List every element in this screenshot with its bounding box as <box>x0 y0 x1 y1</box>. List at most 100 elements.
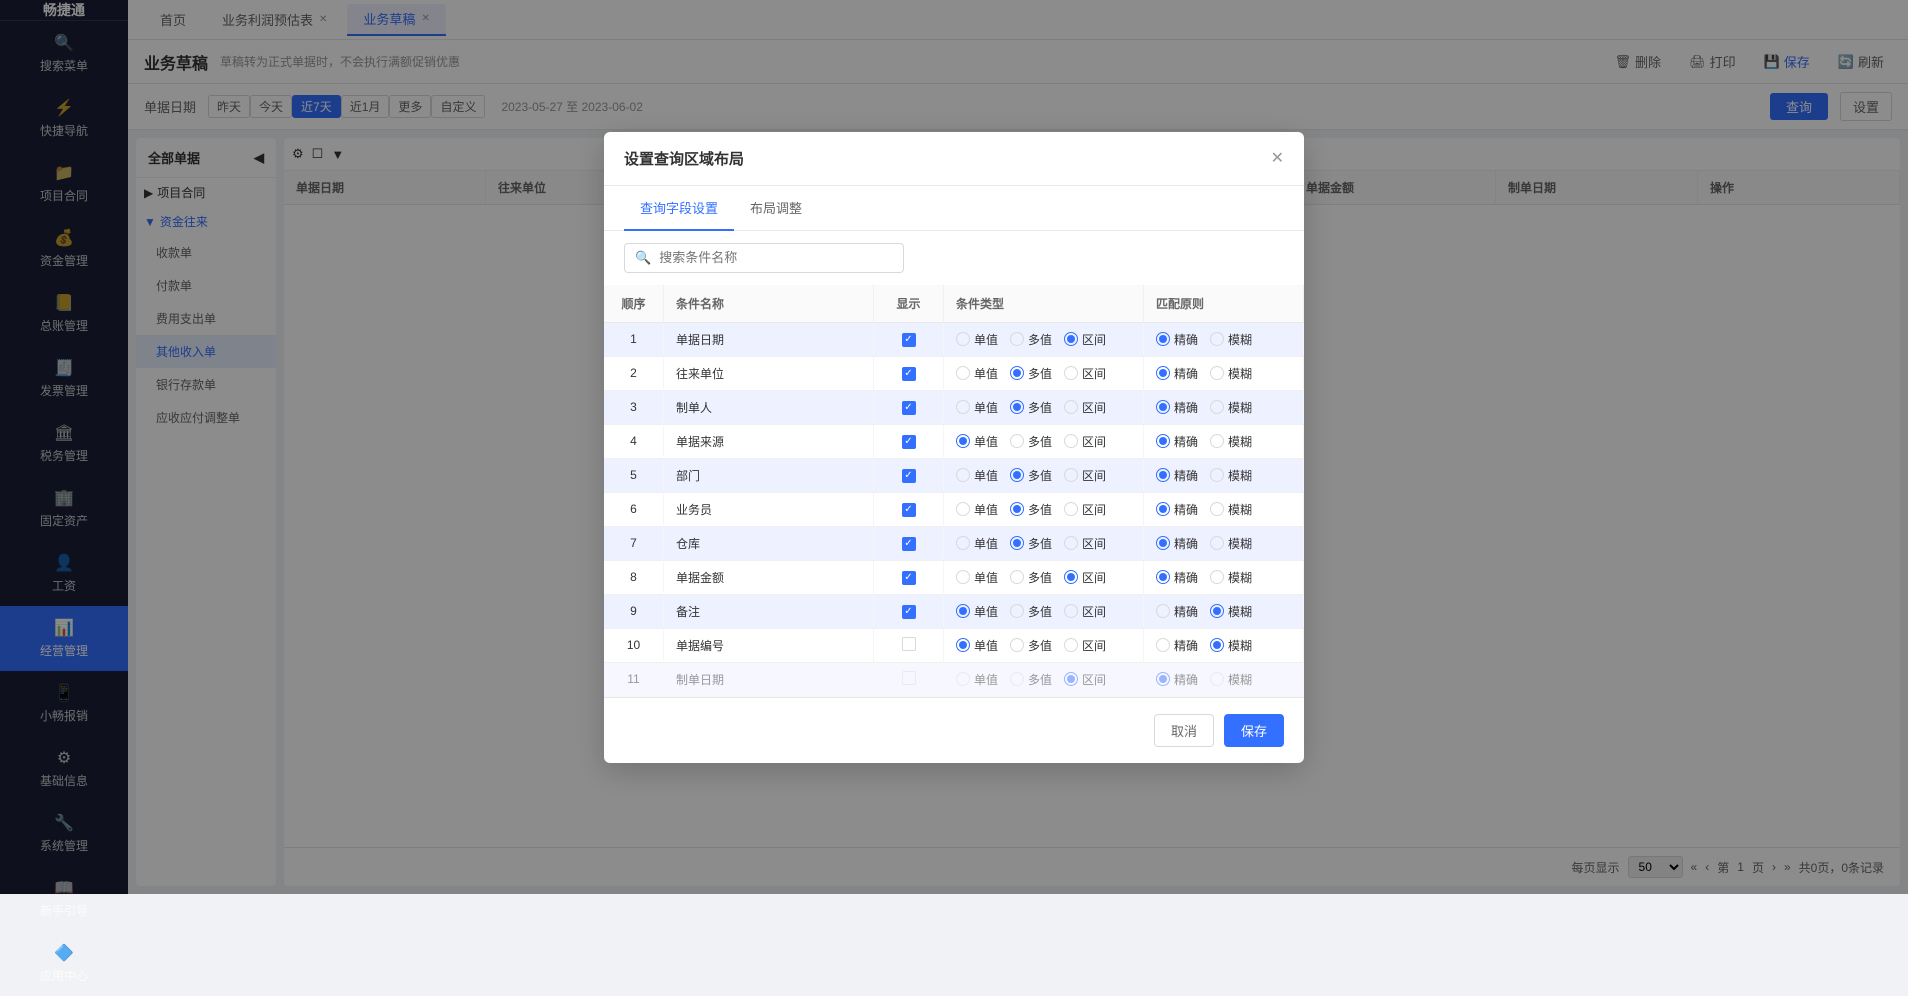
match-radio-模糊-9[interactable] <box>1210 604 1224 618</box>
match-option-模糊-3[interactable]: 模糊 <box>1210 399 1252 416</box>
type-option-区间-4[interactable]: 区间 <box>1064 433 1106 450</box>
match-option-精确-10[interactable]: 精确 <box>1156 637 1198 654</box>
match-radio-精确-4[interactable] <box>1156 434 1170 448</box>
type-option-单值-9[interactable]: 单值 <box>956 603 998 620</box>
type-option-单值-7[interactable]: 单值 <box>956 535 998 552</box>
type-radio-区间-10[interactable] <box>1064 638 1078 652</box>
modal-close-button[interactable]: ✕ <box>1271 148 1284 168</box>
type-radio-多值-2[interactable] <box>1010 366 1024 380</box>
cell-show-2[interactable] <box>874 357 944 389</box>
match-radio-精确-1[interactable] <box>1156 332 1170 346</box>
match-option-精确-5[interactable]: 精确 <box>1156 467 1198 484</box>
type-radio-区间-11[interactable] <box>1064 672 1078 686</box>
type-radio-多值-6[interactable] <box>1010 502 1024 516</box>
type-radio-单值-6[interactable] <box>956 502 970 516</box>
show-checkbox-1[interactable] <box>902 333 916 347</box>
show-checkbox-10[interactable] <box>902 637 916 651</box>
match-radio-模糊-10[interactable] <box>1210 638 1224 652</box>
type-radio-单值-5[interactable] <box>956 468 970 482</box>
match-option-模糊-7[interactable]: 模糊 <box>1210 535 1252 552</box>
type-option-多值-6[interactable]: 多值 <box>1010 501 1052 518</box>
show-checkbox-11[interactable] <box>902 671 916 685</box>
cell-show-1[interactable] <box>874 323 944 355</box>
match-option-精确-1[interactable]: 精确 <box>1156 331 1198 348</box>
type-option-单值-11[interactable]: 单值 <box>956 671 998 688</box>
type-option-单值-5[interactable]: 单值 <box>956 467 998 484</box>
type-radio-单值-4[interactable] <box>956 434 970 448</box>
match-radio-精确-11[interactable] <box>1156 672 1170 686</box>
match-option-模糊-9[interactable]: 模糊 <box>1210 603 1252 620</box>
match-option-模糊-11[interactable]: 模糊 <box>1210 671 1252 688</box>
match-option-模糊-2[interactable]: 模糊 <box>1210 365 1252 382</box>
type-radio-单值-2[interactable] <box>956 366 970 380</box>
type-radio-多值-7[interactable] <box>1010 536 1024 550</box>
type-option-多值-1[interactable]: 多值 <box>1010 331 1052 348</box>
match-radio-模糊-5[interactable] <box>1210 468 1224 482</box>
show-checkbox-2[interactable] <box>902 367 916 381</box>
type-radio-区间-7[interactable] <box>1064 536 1078 550</box>
match-radio-精确-8[interactable] <box>1156 570 1170 584</box>
cell-show-6[interactable] <box>874 493 944 525</box>
type-option-区间-6[interactable]: 区间 <box>1064 501 1106 518</box>
type-option-区间-11[interactable]: 区间 <box>1064 671 1106 688</box>
match-radio-精确-10[interactable] <box>1156 638 1170 652</box>
match-option-模糊-6[interactable]: 模糊 <box>1210 501 1252 518</box>
type-radio-多值-3[interactable] <box>1010 400 1024 414</box>
match-option-精确-2[interactable]: 精确 <box>1156 365 1198 382</box>
match-radio-模糊-2[interactable] <box>1210 366 1224 380</box>
modal-tab-layout[interactable]: 布局调整 <box>734 186 818 231</box>
match-option-模糊-10[interactable]: 模糊 <box>1210 637 1252 654</box>
type-radio-单值-9[interactable] <box>956 604 970 618</box>
type-option-多值-8[interactable]: 多值 <box>1010 569 1052 586</box>
type-radio-区间-1[interactable] <box>1064 332 1078 346</box>
type-radio-多值-5[interactable] <box>1010 468 1024 482</box>
type-option-多值-4[interactable]: 多值 <box>1010 433 1052 450</box>
match-radio-模糊-1[interactable] <box>1210 332 1224 346</box>
match-radio-精确-6[interactable] <box>1156 502 1170 516</box>
show-checkbox-9[interactable] <box>902 605 916 619</box>
type-radio-单值-8[interactable] <box>956 570 970 584</box>
type-radio-多值-10[interactable] <box>1010 638 1024 652</box>
match-radio-精确-3[interactable] <box>1156 400 1170 414</box>
match-option-精确-6[interactable]: 精确 <box>1156 501 1198 518</box>
type-option-单值-6[interactable]: 单值 <box>956 501 998 518</box>
cell-show-9[interactable] <box>874 595 944 627</box>
match-option-精确-11[interactable]: 精确 <box>1156 671 1198 688</box>
type-option-多值-2[interactable]: 多值 <box>1010 365 1052 382</box>
match-radio-精确-5[interactable] <box>1156 468 1170 482</box>
type-radio-区间-5[interactable] <box>1064 468 1078 482</box>
show-checkbox-5[interactable] <box>902 469 916 483</box>
type-option-区间-2[interactable]: 区间 <box>1064 365 1106 382</box>
match-radio-模糊-6[interactable] <box>1210 502 1224 516</box>
show-checkbox-4[interactable] <box>902 435 916 449</box>
type-radio-区间-6[interactable] <box>1064 502 1078 516</box>
cell-show-4[interactable] <box>874 425 944 457</box>
cell-show-11[interactable] <box>874 663 944 696</box>
type-radio-区间-9[interactable] <box>1064 604 1078 618</box>
cancel-button[interactable]: 取消 <box>1154 714 1214 747</box>
type-option-单值-4[interactable]: 单值 <box>956 433 998 450</box>
type-option-多值-7[interactable]: 多值 <box>1010 535 1052 552</box>
match-option-精确-3[interactable]: 精确 <box>1156 399 1198 416</box>
match-radio-模糊-8[interactable] <box>1210 570 1224 584</box>
type-option-区间-10[interactable]: 区间 <box>1064 637 1106 654</box>
type-option-多值-5[interactable]: 多值 <box>1010 467 1052 484</box>
type-option-多值-3[interactable]: 多值 <box>1010 399 1052 416</box>
match-option-精确-8[interactable]: 精确 <box>1156 569 1198 586</box>
match-option-模糊-5[interactable]: 模糊 <box>1210 467 1252 484</box>
type-option-单值-2[interactable]: 单值 <box>956 365 998 382</box>
type-radio-区间-3[interactable] <box>1064 400 1078 414</box>
modal-save-button[interactable]: 保存 <box>1224 714 1284 747</box>
show-checkbox-6[interactable] <box>902 503 916 517</box>
type-radio-多值-1[interactable] <box>1010 332 1024 346</box>
match-option-精确-9[interactable]: 精确 <box>1156 603 1198 620</box>
sidebar-item-appstore[interactable]: 🔷 应用中心 <box>0 931 128 996</box>
type-radio-多值-9[interactable] <box>1010 604 1024 618</box>
cell-show-10[interactable] <box>874 629 944 662</box>
type-option-多值-9[interactable]: 多值 <box>1010 603 1052 620</box>
type-radio-多值-8[interactable] <box>1010 570 1024 584</box>
cell-show-8[interactable] <box>874 561 944 593</box>
modal-tab-field[interactable]: 查询字段设置 <box>624 186 734 231</box>
match-radio-精确-7[interactable] <box>1156 536 1170 550</box>
cell-show-7[interactable] <box>874 527 944 559</box>
